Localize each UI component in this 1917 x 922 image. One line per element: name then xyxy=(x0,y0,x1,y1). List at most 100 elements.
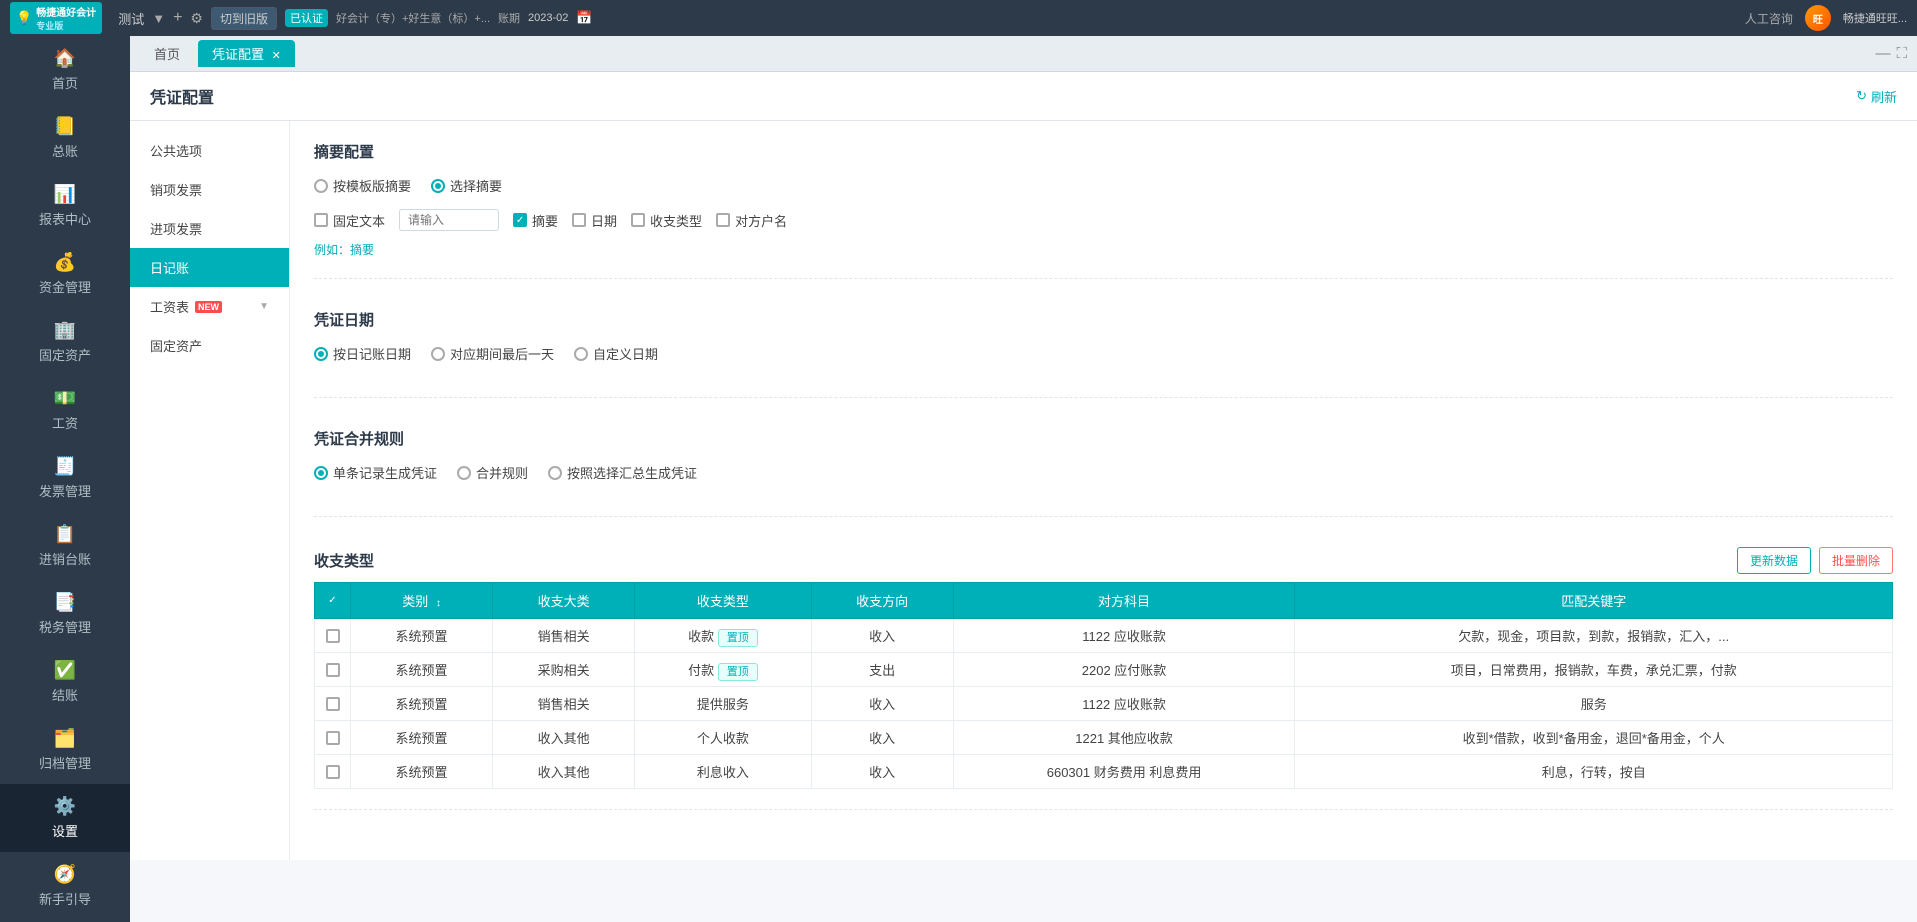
merge-rule-radio[interactable] xyxy=(457,466,471,480)
sidebar-item-guide[interactable]: 🧭 新手引导 xyxy=(0,852,130,920)
sidebar-item-reports[interactable]: 📊 报表中心 xyxy=(0,172,130,240)
nav-item-fixed-assets[interactable]: 固定资产 xyxy=(130,326,289,365)
refresh-label: 刷新 xyxy=(1871,87,1897,106)
counterpart-check[interactable] xyxy=(716,213,730,227)
summary-template-radio[interactable] xyxy=(314,179,328,193)
period-value: 2023-02 xyxy=(528,12,568,24)
tab-minimize-btn[interactable]: — xyxy=(1875,45,1890,62)
sidebar-item-salary[interactable]: 💵 工资 xyxy=(0,376,130,444)
new-badge: NEW xyxy=(195,301,222,313)
tab-home[interactable]: 首页 xyxy=(140,40,194,67)
td-check-4[interactable] xyxy=(315,721,351,755)
table-row: 系统预置 销售相关 提供服务 收入 1122 应收账款 服务 xyxy=(315,687,1893,721)
sidebar-item-finance[interactable]: 💰 资金管理 xyxy=(0,240,130,308)
date-section: 凭证日期 按日记账日期 对应期间最后一天 xyxy=(314,309,1893,398)
sidebar-label-home: 首页 xyxy=(52,73,78,92)
period-last-option[interactable]: 对应期间最后一天 xyxy=(431,344,554,363)
calendar-icon[interactable]: 📅 xyxy=(576,10,592,26)
nav-item-sales[interactable]: 销项发票 xyxy=(130,170,289,209)
refresh-btn[interactable]: ↻ 刷新 xyxy=(1856,87,1897,106)
single-radio[interactable] xyxy=(314,466,328,480)
income-type-item[interactable]: 收支类型 xyxy=(631,211,702,230)
consult-btn[interactable]: 人工咨询 xyxy=(1745,10,1793,27)
diary-date-radio[interactable] xyxy=(314,347,328,361)
th-check[interactable]: ✓ xyxy=(315,583,351,619)
custom-date-option[interactable]: 自定义日期 xyxy=(574,344,658,363)
settings-icon[interactable]: ⚙ xyxy=(190,10,203,27)
custom-date-radio[interactable] xyxy=(574,347,588,361)
nav-item-diary[interactable]: 日记账 xyxy=(130,248,289,287)
row-check-5[interactable] xyxy=(326,765,340,779)
sidebar-item-invoice[interactable]: 🧾 发票管理 xyxy=(0,444,130,512)
td-counterpart-4: 1221 其他应收款 xyxy=(953,721,1295,755)
nav-item-payroll[interactable]: 工资表 NEW ▼ xyxy=(130,287,289,326)
tab-maximize-btn[interactable]: ⛶ xyxy=(1896,45,1907,62)
summary-check[interactable]: ✓ xyxy=(513,213,527,227)
logo-title: 畅捷通好会计 xyxy=(36,4,96,19)
summary-select-label: 选择摘要 xyxy=(450,176,502,195)
date-check[interactable] xyxy=(572,213,586,227)
merge-section: 凭证合并规则 单条记录生成凭证 合并规则 xyxy=(314,428,1893,517)
total-option[interactable]: 按照选择汇总生成凭证 xyxy=(548,463,697,482)
date-label: 日期 xyxy=(591,211,617,230)
logo-sub: 专业版 xyxy=(36,19,96,32)
summary-select-option[interactable]: 选择摘要 xyxy=(431,176,502,195)
archive-icon: 🗂️ xyxy=(54,728,76,749)
row-check-1[interactable] xyxy=(326,629,340,643)
fixed-text-input[interactable] xyxy=(399,209,499,231)
sidebar-label-finance: 资金管理 xyxy=(39,277,91,296)
summary-select-radio[interactable] xyxy=(431,179,445,193)
td-check-5[interactable] xyxy=(315,755,351,789)
sidebar-item-settle[interactable]: ✅ 结账 xyxy=(0,648,130,716)
settle-icon: ✅ xyxy=(54,660,76,681)
refresh-icon: ↻ xyxy=(1856,88,1867,104)
sidebar-item-assets[interactable]: 🏢 固定资产 xyxy=(0,308,130,376)
nav-item-purchase-inv[interactable]: 进项发票 xyxy=(130,209,289,248)
add-icon[interactable]: + xyxy=(173,9,182,27)
td-check-1[interactable] xyxy=(315,619,351,653)
sidebar-item-ledger[interactable]: 📒 总账 xyxy=(0,104,130,172)
reports-icon: 📊 xyxy=(54,184,76,205)
counterpart-item[interactable]: 对方户名 xyxy=(716,211,787,230)
merge-rule-option[interactable]: 合并规则 xyxy=(457,463,528,482)
tab-home-label: 首页 xyxy=(154,47,180,62)
select-all-check[interactable]: ✓ xyxy=(326,594,339,607)
single-option[interactable]: 单条记录生成凭证 xyxy=(314,463,437,482)
fixed-text-check[interactable] xyxy=(314,213,328,227)
td-major-4: 收入其他 xyxy=(493,721,635,755)
page-content: 凭证配置 ↻ 刷新 公共选项 销项发票 进项发票 xyxy=(130,72,1917,922)
summary-item[interactable]: ✓ 摘要 xyxy=(513,211,558,230)
sidebar-item-home[interactable]: 🏠 首页 xyxy=(0,36,130,104)
diary-date-option[interactable]: 按日记账日期 xyxy=(314,344,411,363)
row-check-3[interactable] xyxy=(326,697,340,711)
update-data-btn[interactable]: 更新数据 xyxy=(1737,547,1811,574)
tab-voucher-config[interactable]: 凭证配置 ✕ xyxy=(198,40,295,67)
td-check-2[interactable] xyxy=(315,653,351,687)
sidebar-item-settings[interactable]: ⚙️ 设置 xyxy=(0,784,130,852)
user-avatar[interactable]: 旺 xyxy=(1805,5,1831,31)
dropdown-icon[interactable]: ▼ xyxy=(152,11,165,26)
table-row: 系统预置 销售相关 收款 置顶 收入 1122 应收账款 欠款，现金，项目款，到… xyxy=(315,619,1893,653)
total-radio[interactable] xyxy=(548,466,562,480)
row-check-4[interactable] xyxy=(326,731,340,745)
sidebar-item-purchase[interactable]: 📋 进销台账 xyxy=(0,512,130,580)
sort-icon-category[interactable]: ↕ xyxy=(436,598,441,609)
date-item[interactable]: 日期 xyxy=(572,211,617,230)
income-type-check[interactable] xyxy=(631,213,645,227)
td-check-3[interactable] xyxy=(315,687,351,721)
row-check-2[interactable] xyxy=(326,663,340,677)
tab-close-icon[interactable]: ✕ xyxy=(272,50,281,62)
switch-old-btn[interactable]: 切到旧版 xyxy=(211,7,277,30)
td-category-5: 系统预置 xyxy=(351,755,493,789)
tag-1[interactable]: 置顶 xyxy=(718,629,758,647)
sidebar-item-archive[interactable]: 🗂️ 归档管理 xyxy=(0,716,130,784)
fixed-text-item[interactable]: 固定文本 xyxy=(314,211,385,230)
sidebar-item-tax[interactable]: 📑 税务管理 xyxy=(0,580,130,648)
period-label: 账期 xyxy=(498,10,520,26)
batch-delete-btn[interactable]: 批量删除 xyxy=(1819,547,1893,574)
nav-label-purchase-inv: 进项发票 xyxy=(150,219,202,238)
summary-template-option[interactable]: 按模板版摘要 xyxy=(314,176,411,195)
nav-item-public[interactable]: 公共选项 xyxy=(130,131,289,170)
tag-2[interactable]: 置顶 xyxy=(718,663,758,681)
period-last-radio[interactable] xyxy=(431,347,445,361)
